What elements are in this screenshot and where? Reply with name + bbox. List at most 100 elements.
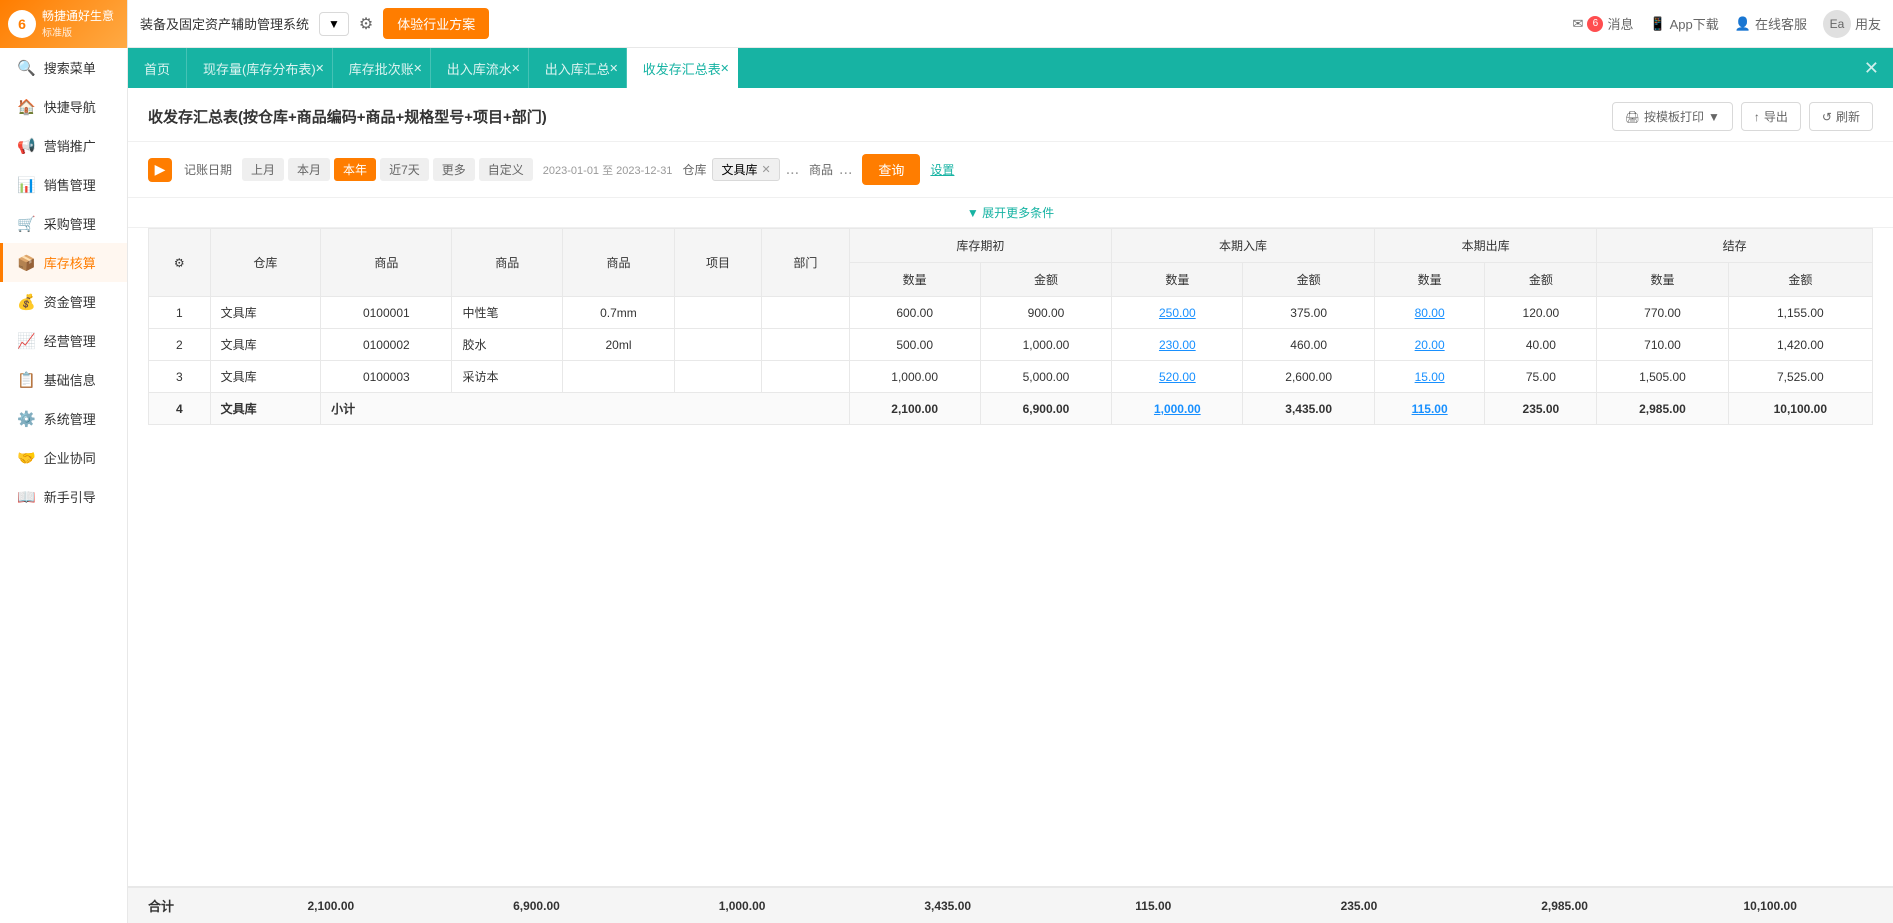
row-in-qty[interactable]: 520.00 xyxy=(1112,361,1243,393)
sidebar-item-inventory[interactable]: 📦 库存核算 xyxy=(0,243,127,282)
page-container: 收发存汇总表(按仓库+商品编码+商品+规格型号+项目+部门) 🖨 按模板打印 ▼… xyxy=(128,88,1893,886)
sidebar-item-label: 采购管理 xyxy=(44,214,96,233)
sidebar-item-purchase[interactable]: 🛒 采购管理 xyxy=(0,204,127,243)
gear-icon[interactable]: ⚙ xyxy=(359,14,373,34)
sidebar-item-label: 资金管理 xyxy=(44,292,96,311)
purchase-icon: 🛒 xyxy=(17,215,36,233)
subtotal-in-amt: 3,435.00 xyxy=(1243,393,1374,425)
total-opening-qty: 2,100.00 xyxy=(228,899,434,913)
sidebar-item-quicknav[interactable]: 🏠 快捷导航 xyxy=(0,87,127,126)
row-code: 0100002 xyxy=(321,329,452,361)
sidebar-item-basic[interactable]: 📋 基础信息 xyxy=(0,360,127,399)
tab-inventory-dist[interactable]: 现存量(库存分布表) ✕ xyxy=(187,48,333,88)
experience-btn[interactable]: 体验行业方案 xyxy=(383,8,489,39)
tab-close-btn[interactable]: ✕ xyxy=(717,60,733,76)
warehouse-filter-label: 仓库 xyxy=(682,161,706,178)
tab-label: 现存量(库存分布表) xyxy=(203,59,316,78)
app-download-action[interactable]: 📱 App下载 xyxy=(1649,14,1718,33)
row-in-amt: 460.00 xyxy=(1243,329,1374,361)
message-action[interactable]: ✉ 6 消息 xyxy=(1573,14,1634,33)
data-table: ⚙ 仓库 商品 商品 商品 项目 部门 库存期初 本期入库 本期出库 结存 xyxy=(148,228,1873,425)
row-out-amt: 120.00 xyxy=(1485,297,1597,329)
row-warehouse: 文具库 xyxy=(210,297,321,329)
tab-label: 出入库流水 xyxy=(447,59,512,78)
tabbar-close-all-btn[interactable]: ✕ xyxy=(1850,58,1893,79)
filter-toggle-btn[interactable]: ▶ xyxy=(148,158,172,182)
tab-close-btn[interactable]: ✕ xyxy=(606,60,622,76)
row-name: 采访本 xyxy=(452,361,563,393)
preset-this-year[interactable]: 本年 xyxy=(334,158,376,181)
subtotal-warehouse: 文具库 xyxy=(210,393,321,425)
sidebar-item-label: 销售管理 xyxy=(44,175,96,194)
row-no: 2 xyxy=(149,329,211,361)
row-out-qty[interactable]: 80.00 xyxy=(1374,297,1485,329)
subtotal-balance-qty: 2,985.00 xyxy=(1597,393,1728,425)
row-no: 1 xyxy=(149,297,211,329)
col-spec-header: 商品 xyxy=(563,229,675,297)
system-icon: ⚙️ xyxy=(17,410,36,428)
export-btn[interactable]: ↑ 导出 xyxy=(1741,102,1801,131)
tab-batch[interactable]: 库存批次账 ✕ xyxy=(333,48,431,88)
system-selector[interactable]: ▼ xyxy=(319,12,349,36)
expand-more-btn[interactable]: ▼ 展开更多条件 xyxy=(128,198,1893,228)
col-settings[interactable]: ⚙ xyxy=(149,229,211,297)
col-balance-qty-header: 数量 xyxy=(1597,263,1728,297)
system-name: 装备及固定资产辅助管理系统 xyxy=(140,14,309,33)
goods-filter-label: 商品 xyxy=(809,161,833,178)
warehouse-tag-value: 文具库 xyxy=(721,161,757,178)
operations-icon: 📈 xyxy=(17,332,36,350)
col-dept-header: 部门 xyxy=(762,229,849,297)
settings-link[interactable]: 设置 xyxy=(930,161,954,178)
subtotal-out-qty[interactable]: 115.00 xyxy=(1374,393,1485,425)
subtotal-opening-amt: 6,900.00 xyxy=(980,393,1111,425)
sidebar-item-label: 系统管理 xyxy=(44,409,96,428)
warehouse-filter-dots[interactable]: ... xyxy=(786,161,799,179)
sidebar-item-finance[interactable]: 💰 资金管理 xyxy=(0,282,127,321)
sidebar-item-search[interactable]: 🔍 搜索菜单 xyxy=(0,48,127,87)
row-in-qty[interactable]: 230.00 xyxy=(1112,329,1243,361)
tab-home[interactable]: 首页 xyxy=(128,48,187,88)
query-btn[interactable]: 查询 xyxy=(862,154,920,185)
tag-remove-btn[interactable]: ✕ xyxy=(761,163,770,176)
tab-inout-flow[interactable]: 出入库流水 ✕ xyxy=(431,48,529,88)
row-out-qty[interactable]: 20.00 xyxy=(1374,329,1485,361)
col-out-group: 本期出库 xyxy=(1374,229,1597,263)
preset-more[interactable]: 更多 xyxy=(433,158,475,181)
row-project xyxy=(674,361,761,393)
row-name: 胶水 xyxy=(452,329,563,361)
sidebar-item-marketing[interactable]: 📢 营销推广 xyxy=(0,126,127,165)
col-out-amt-header: 金额 xyxy=(1485,263,1597,297)
sidebar-item-collab[interactable]: 🤝 企业协同 xyxy=(0,438,127,477)
sidebar-item-guide[interactable]: 📖 新手引导 xyxy=(0,477,127,516)
search-icon: 🔍 xyxy=(17,59,36,77)
row-out-qty[interactable]: 15.00 xyxy=(1374,361,1485,393)
subtotal-row: 4 文具库 小计 2,100.00 6,900.00 1,000.00 3,43… xyxy=(149,393,1873,425)
row-in-qty[interactable]: 250.00 xyxy=(1112,297,1243,329)
sidebar-item-operations[interactable]: 📈 经营管理 xyxy=(0,321,127,360)
preset-last-month[interactable]: 上月 xyxy=(242,158,284,181)
tab-close-btn[interactable]: ✕ xyxy=(312,60,328,76)
preset-custom[interactable]: 自定义 xyxy=(479,158,533,181)
app-logo: 6 xyxy=(8,10,36,38)
preset-7days[interactable]: 近7天 xyxy=(380,158,429,181)
sidebar-item-sales[interactable]: 📊 销售管理 xyxy=(0,165,127,204)
col-code-header: 商品 xyxy=(321,229,452,297)
content-area: 收发存汇总表(按仓库+商品编码+商品+规格型号+项目+部门) 🖨 按模板打印 ▼… xyxy=(128,88,1893,886)
refresh-btn[interactable]: ↺ 刷新 xyxy=(1809,102,1873,131)
preset-this-month[interactable]: 本月 xyxy=(288,158,330,181)
tab-close-btn[interactable]: ✕ xyxy=(508,60,524,76)
col-balance-amt-header: 金额 xyxy=(1728,263,1872,297)
sidebar-header: 6 畅捷通好生意 标准版 xyxy=(0,0,127,48)
tab-stock-summary[interactable]: 收发存汇总表 ✕ xyxy=(627,48,738,88)
online-service-action[interactable]: 👤 在线客服 xyxy=(1735,14,1807,33)
sidebar-item-system[interactable]: ⚙️ 系统管理 xyxy=(0,399,127,438)
tab-inout-summary[interactable]: 出入库汇总 ✕ xyxy=(529,48,627,88)
page-title: 收发存汇总表(按仓库+商品编码+商品+规格型号+项目+部门) xyxy=(148,106,547,127)
user-action[interactable]: Ea 用友 xyxy=(1823,10,1881,38)
total-label: 合计 xyxy=(148,896,208,915)
print-template-btn[interactable]: 🖨 按模板打印 ▼ xyxy=(1612,102,1733,131)
tab-close-btn[interactable]: ✕ xyxy=(410,60,426,76)
subtotal-in-qty[interactable]: 1,000.00 xyxy=(1112,393,1243,425)
goods-filter-dots[interactable]: ... xyxy=(839,161,852,179)
col-out-qty-header: 数量 xyxy=(1374,263,1485,297)
